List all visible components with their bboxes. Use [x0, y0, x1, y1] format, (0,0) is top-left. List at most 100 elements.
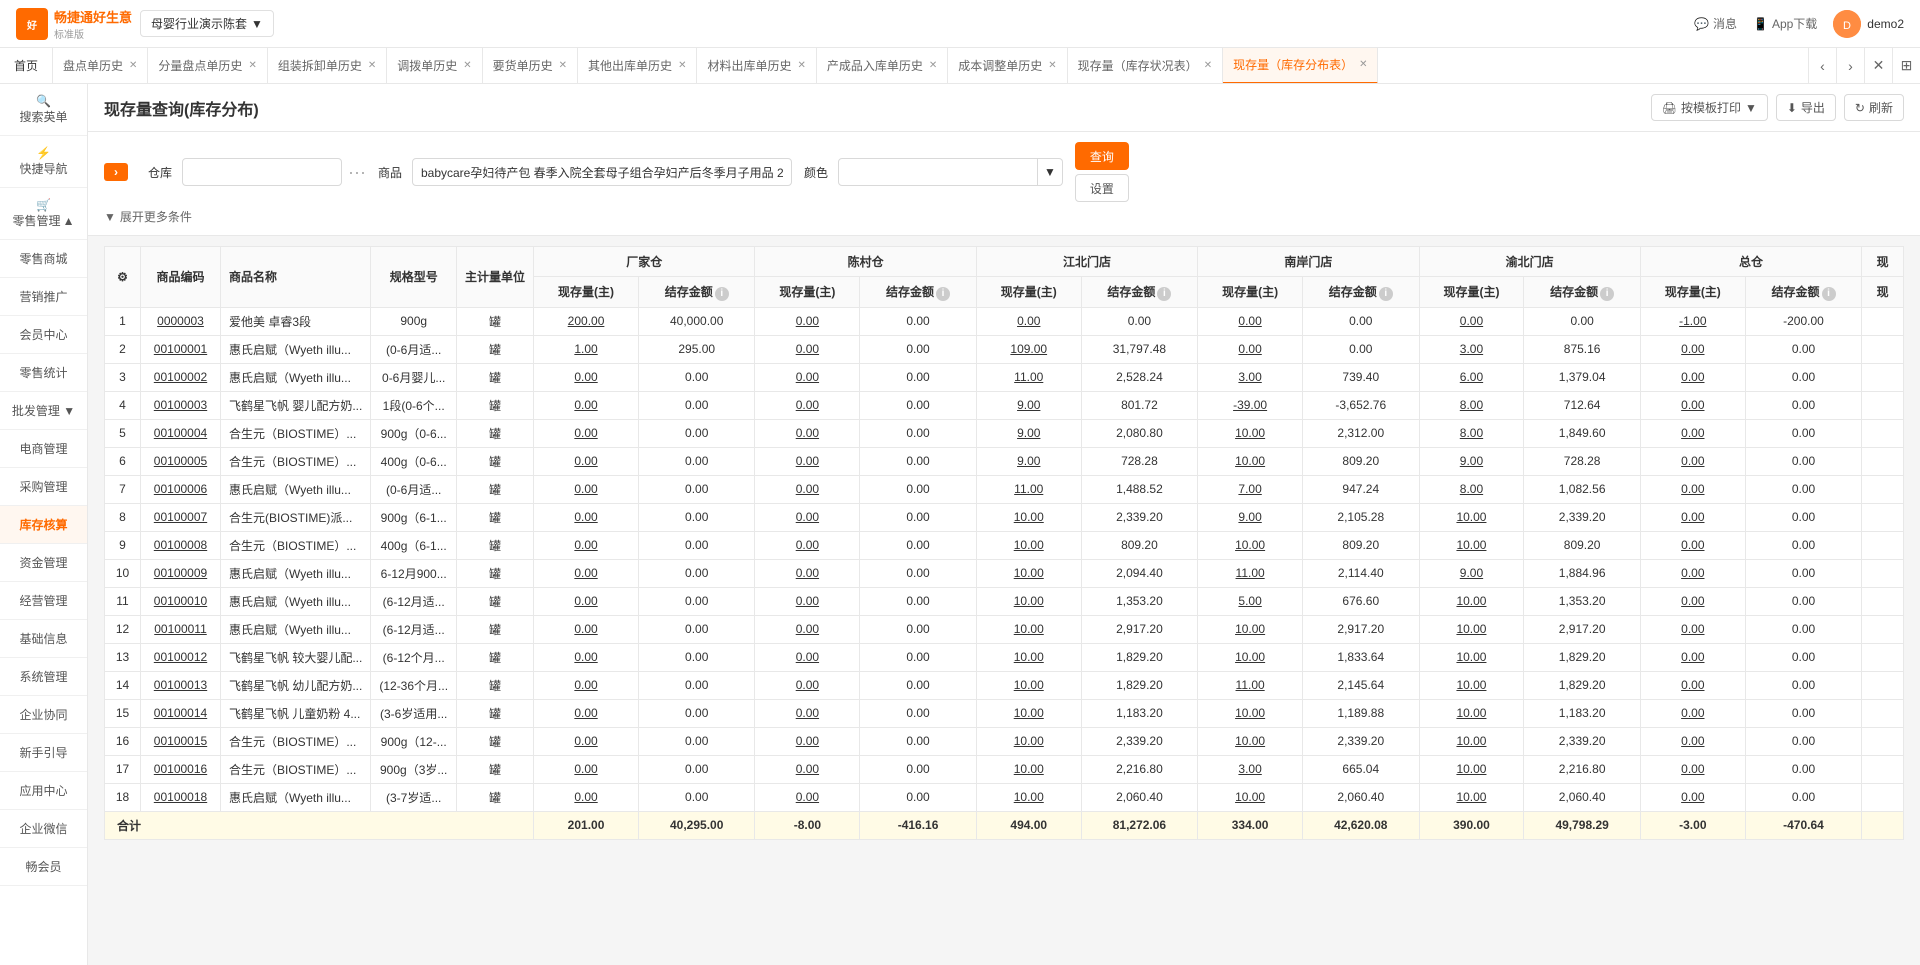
tab-other-out[interactable]: 其他出库单历史 ✕: [578, 48, 697, 84]
tab-inventory-single[interactable]: 盘点单历史 ✕: [53, 48, 148, 84]
cell-code[interactable]: 00100002: [141, 363, 221, 391]
export-btn[interactable]: ⬇ 导出: [1776, 94, 1836, 121]
tab-assembly[interactable]: 组装拆卸单历史 ✕: [268, 48, 387, 84]
cell-jiangbei-stock[interactable]: 10.00: [976, 559, 1081, 587]
cell-jiangbei-stock[interactable]: 10.00: [976, 531, 1081, 559]
cell-jiangbei-stock[interactable]: 10.00: [976, 699, 1081, 727]
cell-factory-stock[interactable]: 0.00: [534, 615, 639, 643]
cell-chenmao-stock[interactable]: 0.00: [755, 783, 860, 811]
cell-chenmao-stock[interactable]: 0.00: [755, 475, 860, 503]
sidebar-item-retail-mall[interactable]: 零售商城: [0, 240, 87, 278]
cell-nanan-stock[interactable]: 0.00: [1198, 335, 1303, 363]
cell-yuanbei-stock[interactable]: 10.00: [1419, 755, 1524, 783]
tab-transfer[interactable]: 调拨单历史 ✕: [387, 48, 482, 84]
cell-chenmao-stock[interactable]: 0.00: [755, 363, 860, 391]
cell-nanan-stock[interactable]: 0.00: [1198, 307, 1303, 335]
expand-more[interactable]: ▼ 展开更多条件: [104, 208, 1904, 225]
user-area[interactable]: D demo2: [1833, 10, 1904, 38]
cell-code[interactable]: 00100011: [141, 615, 221, 643]
cell-chenmao-stock[interactable]: 0.00: [755, 643, 860, 671]
cell-code[interactable]: 00100001: [141, 335, 221, 363]
sidebar-item-basic-info[interactable]: 基础信息: [0, 620, 87, 658]
cell-factory-stock[interactable]: 0.00: [534, 671, 639, 699]
print-btn[interactable]: 🖨 按模板打印 ▼: [1651, 94, 1768, 121]
tab-stock-status[interactable]: 现存量（库存状况表）✕: [1068, 48, 1223, 84]
cell-nanan-stock[interactable]: 10.00: [1198, 727, 1303, 755]
sidebar-item-search[interactable]: 🔍 搜索英单: [0, 84, 87, 136]
cell-code[interactable]: 00100003: [141, 391, 221, 419]
cell-nanan-stock[interactable]: 11.00: [1198, 671, 1303, 699]
close-icon[interactable]: ✕: [129, 60, 137, 71]
cell-total-stock[interactable]: 0.00: [1640, 727, 1745, 755]
tab-inventory-sub[interactable]: 分量盘点单历史 ✕: [148, 48, 267, 84]
cell-total-stock[interactable]: 0.00: [1640, 531, 1745, 559]
cell-jiangbei-stock[interactable]: 10.00: [976, 587, 1081, 615]
cell-yuanbei-stock[interactable]: 0.00: [1419, 307, 1524, 335]
collapse-btn[interactable]: ›: [104, 163, 128, 181]
cell-factory-stock[interactable]: 0.00: [534, 643, 639, 671]
cell-code[interactable]: 00100009: [141, 559, 221, 587]
cell-code[interactable]: 00100018: [141, 783, 221, 811]
cell-nanan-stock[interactable]: 3.00: [1198, 363, 1303, 391]
cell-nanan-stock[interactable]: 11.00: [1198, 559, 1303, 587]
cell-nanan-stock[interactable]: 10.00: [1198, 643, 1303, 671]
cell-jiangbei-stock[interactable]: 10.00: [976, 615, 1081, 643]
cell-yuanbei-stock[interactable]: 9.00: [1419, 559, 1524, 587]
warehouse-ellipsis[interactable]: ···: [348, 162, 366, 183]
tab-prev-btn[interactable]: ‹: [1808, 48, 1836, 84]
tab-next-btn[interactable]: ›: [1836, 48, 1864, 84]
settings-icon[interactable]: ⚙: [117, 270, 128, 284]
cell-code[interactable]: 0000003: [141, 307, 221, 335]
sidebar-item-app-center[interactable]: 应用中心: [0, 772, 87, 810]
cell-factory-stock[interactable]: 0.00: [534, 587, 639, 615]
cell-nanan-stock[interactable]: 10.00: [1198, 447, 1303, 475]
cell-total-stock[interactable]: 0.00: [1640, 671, 1745, 699]
cell-total-stock[interactable]: 0.00: [1640, 587, 1745, 615]
color-input[interactable]: [838, 158, 1038, 186]
cell-factory-stock[interactable]: 0.00: [534, 531, 639, 559]
cell-chenmao-stock[interactable]: 0.00: [755, 447, 860, 475]
cell-yuanbei-stock[interactable]: 10.00: [1419, 643, 1524, 671]
cell-yuanbei-stock[interactable]: 10.00: [1419, 699, 1524, 727]
cell-total-stock[interactable]: -1.00: [1640, 307, 1745, 335]
cell-jiangbei-stock[interactable]: 9.00: [976, 419, 1081, 447]
cell-yuanbei-stock[interactable]: 10.00: [1419, 503, 1524, 531]
sidebar-item-system[interactable]: 系统管理: [0, 658, 87, 696]
cell-jiangbei-stock[interactable]: 11.00: [976, 475, 1081, 503]
cell-total-stock[interactable]: 0.00: [1640, 503, 1745, 531]
cell-factory-stock[interactable]: 0.00: [534, 727, 639, 755]
cell-jiangbei-stock[interactable]: 10.00: [976, 755, 1081, 783]
info-icon[interactable]: i: [936, 287, 950, 301]
color-dropdown-btn[interactable]: ▼: [1038, 158, 1063, 186]
cell-factory-stock[interactable]: 0.00: [534, 391, 639, 419]
cell-chenmao-stock[interactable]: 0.00: [755, 755, 860, 783]
close-icon[interactable]: ✕: [1204, 60, 1212, 71]
cell-nanan-stock[interactable]: 5.00: [1198, 587, 1303, 615]
tab-material-out[interactable]: 材料出库单历史 ✕: [697, 48, 816, 84]
sidebar-item-purchase[interactable]: 采购管理: [0, 468, 87, 506]
cell-total-stock[interactable]: 0.00: [1640, 783, 1745, 811]
cell-chenmao-stock[interactable]: 0.00: [755, 419, 860, 447]
sidebar-item-retail-stats[interactable]: 零售统计: [0, 354, 87, 392]
cell-total-stock[interactable]: 0.00: [1640, 643, 1745, 671]
cell-yuanbei-stock[interactable]: 8.00: [1419, 475, 1524, 503]
cell-chenmao-stock[interactable]: 0.00: [755, 503, 860, 531]
sidebar-item-wholesale[interactable]: 批发管理 ▼: [0, 392, 87, 430]
cell-yuanbei-stock[interactable]: 8.00: [1419, 391, 1524, 419]
cell-code[interactable]: 00100012: [141, 643, 221, 671]
cell-jiangbei-stock[interactable]: 10.00: [976, 671, 1081, 699]
setting-btn[interactable]: 设置: [1075, 174, 1129, 202]
tab-stock-dist[interactable]: 现存量（库存分布表）✕: [1223, 48, 1378, 84]
cell-factory-stock[interactable]: 0.00: [534, 363, 639, 391]
info-icon[interactable]: i: [1379, 287, 1393, 301]
cell-jiangbei-stock[interactable]: 10.00: [976, 783, 1081, 811]
cell-chenmao-stock[interactable]: 0.00: [755, 335, 860, 363]
tab-home[interactable]: 首页: [0, 48, 53, 84]
sidebar-item-ecommerce[interactable]: 电商管理: [0, 430, 87, 468]
cell-total-stock[interactable]: 0.00: [1640, 559, 1745, 587]
tab-cost-adjust[interactable]: 成本调整单历史 ✕: [948, 48, 1067, 84]
cell-code[interactable]: 00100008: [141, 531, 221, 559]
close-icon[interactable]: ✕: [1359, 59, 1367, 70]
sidebar-item-wechat[interactable]: 企业微信: [0, 810, 87, 848]
cell-chenmao-stock[interactable]: 0.00: [755, 615, 860, 643]
